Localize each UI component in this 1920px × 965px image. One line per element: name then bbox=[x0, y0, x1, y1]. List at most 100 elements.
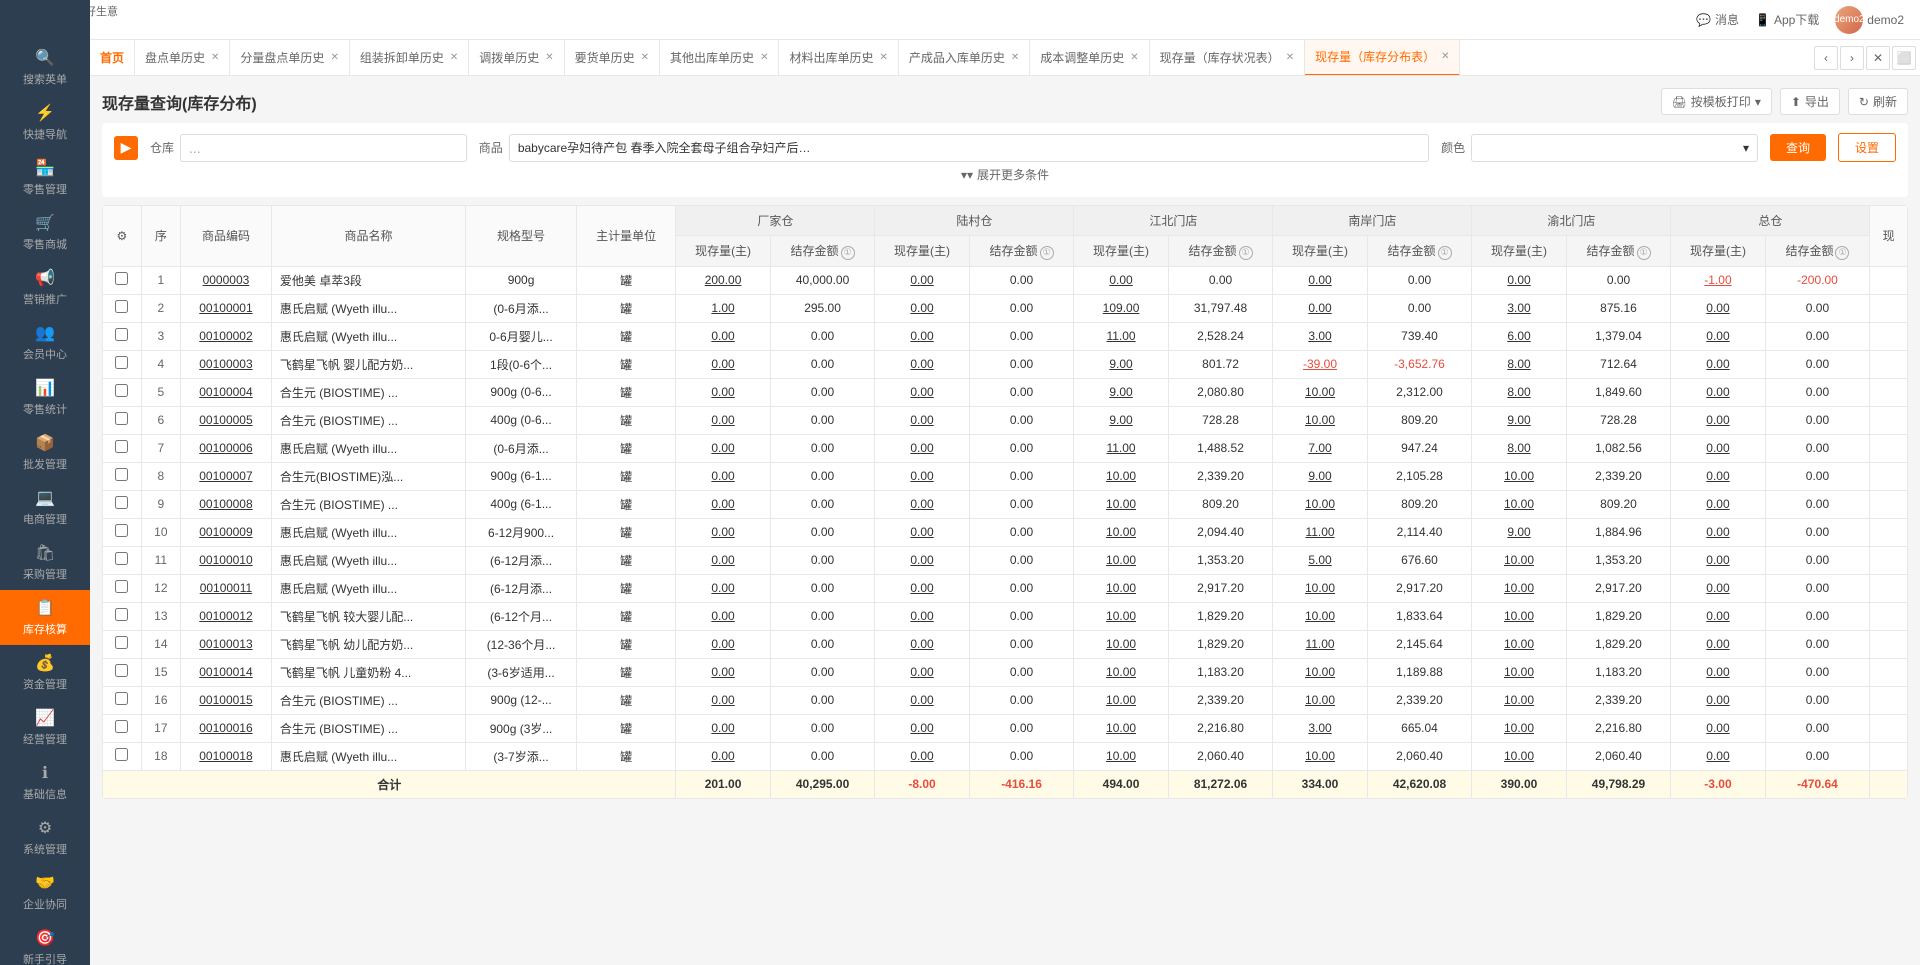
sidebar-item-5[interactable]: 👥会员中心 bbox=[0, 315, 90, 370]
tab-close-all-btn[interactable]: ✕ bbox=[1866, 46, 1890, 70]
sidebar-item-14[interactable]: ⚙系统管理 bbox=[0, 810, 90, 865]
tab-close-6[interactable]: ✕ bbox=[760, 52, 768, 63]
row-checkbox[interactable] bbox=[103, 630, 142, 658]
sidebar-item-7[interactable]: 📦批发管理 bbox=[0, 425, 90, 480]
row-code[interactable]: 00100003 bbox=[180, 350, 271, 378]
sidebar-item-16[interactable]: 🎯新手引导 bbox=[0, 920, 90, 965]
row-checkbox[interactable] bbox=[103, 742, 142, 770]
row-code[interactable]: 00100006 bbox=[180, 434, 271, 462]
col-settings-header[interactable]: ⚙ bbox=[103, 206, 142, 267]
export-btn[interactable]: ⬆ 导出 bbox=[1780, 88, 1840, 115]
sidebar-item-1[interactable]: ⚡快捷导航 bbox=[0, 95, 90, 150]
row-checkbox[interactable] bbox=[103, 490, 142, 518]
total-amt-info[interactable]: ① bbox=[1835, 246, 1849, 260]
print-btn[interactable]: 🖨 按模板打印 ▾ bbox=[1661, 88, 1772, 115]
tab-close-10[interactable]: ✕ bbox=[1286, 52, 1294, 63]
row-checkbox[interactable] bbox=[103, 406, 142, 434]
tab-0[interactable]: 首页 bbox=[90, 40, 135, 76]
tab-9[interactable]: 成本调整单历史✕ bbox=[1030, 40, 1149, 76]
row-checkbox[interactable] bbox=[103, 350, 142, 378]
row-checkbox[interactable] bbox=[103, 294, 142, 322]
sidebar-item-3[interactable]: 🛒零售商城 bbox=[0, 205, 90, 260]
tab-close-8[interactable]: ✕ bbox=[1011, 52, 1019, 63]
nanan-amt-info[interactable]: ① bbox=[1438, 246, 1452, 260]
row-checkbox[interactable] bbox=[103, 574, 142, 602]
row-code[interactable]: 00100009 bbox=[180, 518, 271, 546]
row-code[interactable]: 00100016 bbox=[180, 714, 271, 742]
refresh-btn[interactable]: ↻ 刷新 bbox=[1848, 88, 1908, 115]
sidebar-item-15[interactable]: 🤝企业协同 bbox=[0, 865, 90, 920]
row-checkbox[interactable] bbox=[103, 518, 142, 546]
setting-btn[interactable]: 设置 bbox=[1838, 133, 1896, 162]
sidebar-item-6[interactable]: 📊零售统计 bbox=[0, 370, 90, 425]
color-input[interactable]: ▾ bbox=[1471, 134, 1758, 162]
row-code[interactable]: 00100005 bbox=[180, 406, 271, 434]
row-checkbox[interactable] bbox=[103, 686, 142, 714]
app-download-btn[interactable]: 📱 App下载 bbox=[1755, 11, 1819, 28]
sidebar-item-0[interactable]: 🔍搜索英单 bbox=[0, 40, 90, 95]
yubei-amt-info[interactable]: ① bbox=[1637, 246, 1651, 260]
row-checkbox[interactable] bbox=[103, 602, 142, 630]
search-btn[interactable]: 查询 bbox=[1770, 134, 1826, 161]
tab-5[interactable]: 要货单历史✕ bbox=[565, 40, 660, 76]
row-code[interactable]: 00100002 bbox=[180, 322, 271, 350]
tab-close-1[interactable]: ✕ bbox=[211, 52, 219, 63]
lucuncao-amt-info[interactable]: ① bbox=[1040, 246, 1054, 260]
tab-8[interactable]: 产成品入库单历史✕ bbox=[899, 40, 1030, 76]
tab-close-5[interactable]: ✕ bbox=[641, 52, 649, 63]
collapse-btn[interactable]: ▶ bbox=[114, 136, 138, 160]
row-code[interactable]: 00100015 bbox=[180, 686, 271, 714]
tab-3[interactable]: 组装拆卸单历史✕ bbox=[350, 40, 469, 76]
sidebar-item-2[interactable]: 🏪零售管理 bbox=[0, 150, 90, 205]
row-code[interactable]: 00100001 bbox=[180, 294, 271, 322]
tab-close-4[interactable]: ✕ bbox=[545, 52, 553, 63]
row-code[interactable]: 00100012 bbox=[180, 602, 271, 630]
tab-close-11[interactable]: ✕ bbox=[1441, 51, 1449, 62]
tab-2[interactable]: 分量盘点单历史✕ bbox=[230, 40, 349, 76]
row-code[interactable]: 00100007 bbox=[180, 462, 271, 490]
sidebar-item-9[interactable]: 🛍采购管理 bbox=[0, 535, 90, 590]
row-checkbox[interactable] bbox=[103, 378, 142, 406]
tab-close-2[interactable]: ✕ bbox=[330, 52, 338, 63]
row-code[interactable]: 00100010 bbox=[180, 546, 271, 574]
row-checkbox[interactable] bbox=[103, 462, 142, 490]
row-checkbox[interactable] bbox=[103, 322, 142, 350]
tab-next-btn[interactable]: › bbox=[1840, 46, 1864, 70]
tab-close-3[interactable]: ✕ bbox=[450, 52, 458, 63]
jiangbei-amt-info[interactable]: ① bbox=[1239, 246, 1253, 260]
sidebar-item-12[interactable]: 📈经营管理 bbox=[0, 700, 90, 755]
expand-conditions-btn[interactable]: ▾▾ 展开更多条件 bbox=[114, 162, 1896, 187]
row-checkbox[interactable] bbox=[103, 658, 142, 686]
user-area[interactable]: demo2 demo2 bbox=[1835, 6, 1904, 34]
row-code[interactable]: 00100013 bbox=[180, 630, 271, 658]
row-checkbox[interactable] bbox=[103, 714, 142, 742]
sidebar-item-13[interactable]: ℹ基础信息 bbox=[0, 755, 90, 810]
sidebar-item-10[interactable]: 📋库存核算 bbox=[0, 590, 90, 645]
sidebar-item-4[interactable]: 📢营销推广 bbox=[0, 260, 90, 315]
tab-11[interactable]: 现存量（库存分布表）✕ bbox=[1305, 40, 1460, 76]
row-checkbox[interactable] bbox=[103, 266, 142, 294]
tab-4[interactable]: 调拨单历史✕ bbox=[469, 40, 564, 76]
message-btn[interactable]: 💬 消息 bbox=[1696, 11, 1739, 28]
row-checkbox[interactable] bbox=[103, 546, 142, 574]
tab-6[interactable]: 其他出库单历史✕ bbox=[660, 40, 779, 76]
sidebar-item-8[interactable]: 💻电商管理 bbox=[0, 480, 90, 535]
tab-close-9[interactable]: ✕ bbox=[1130, 52, 1138, 63]
row-code[interactable]: 0000003 bbox=[180, 266, 271, 294]
row-checkbox[interactable] bbox=[103, 434, 142, 462]
row-code[interactable]: 00100004 bbox=[180, 378, 271, 406]
tab-close-7[interactable]: ✕ bbox=[879, 52, 887, 63]
tab-expand-btn[interactable]: ⬜ bbox=[1892, 46, 1916, 70]
product-input[interactable]: babycare孕妇待产包 春季入院全套母子组合孕妇产后冬季月子用品 22件套 … bbox=[509, 134, 1429, 162]
warehouse-input[interactable]: ... bbox=[180, 134, 467, 162]
row-code[interactable]: 00100014 bbox=[180, 658, 271, 686]
row-code[interactable]: 00100008 bbox=[180, 490, 271, 518]
tab-1[interactable]: 盘点单历史✕ bbox=[135, 40, 230, 76]
tab-7[interactable]: 材料出库单历史✕ bbox=[779, 40, 898, 76]
row-code[interactable]: 00100018 bbox=[180, 742, 271, 770]
tab-prev-btn[interactable]: ‹ bbox=[1814, 46, 1838, 70]
tab-10[interactable]: 现存量（库存状况表）✕ bbox=[1150, 40, 1305, 76]
changjiacao-amt-info[interactable]: ① bbox=[841, 246, 855, 260]
row-code[interactable]: 00100011 bbox=[180, 574, 271, 602]
sidebar-item-11[interactable]: 💰资金管理 bbox=[0, 645, 90, 700]
